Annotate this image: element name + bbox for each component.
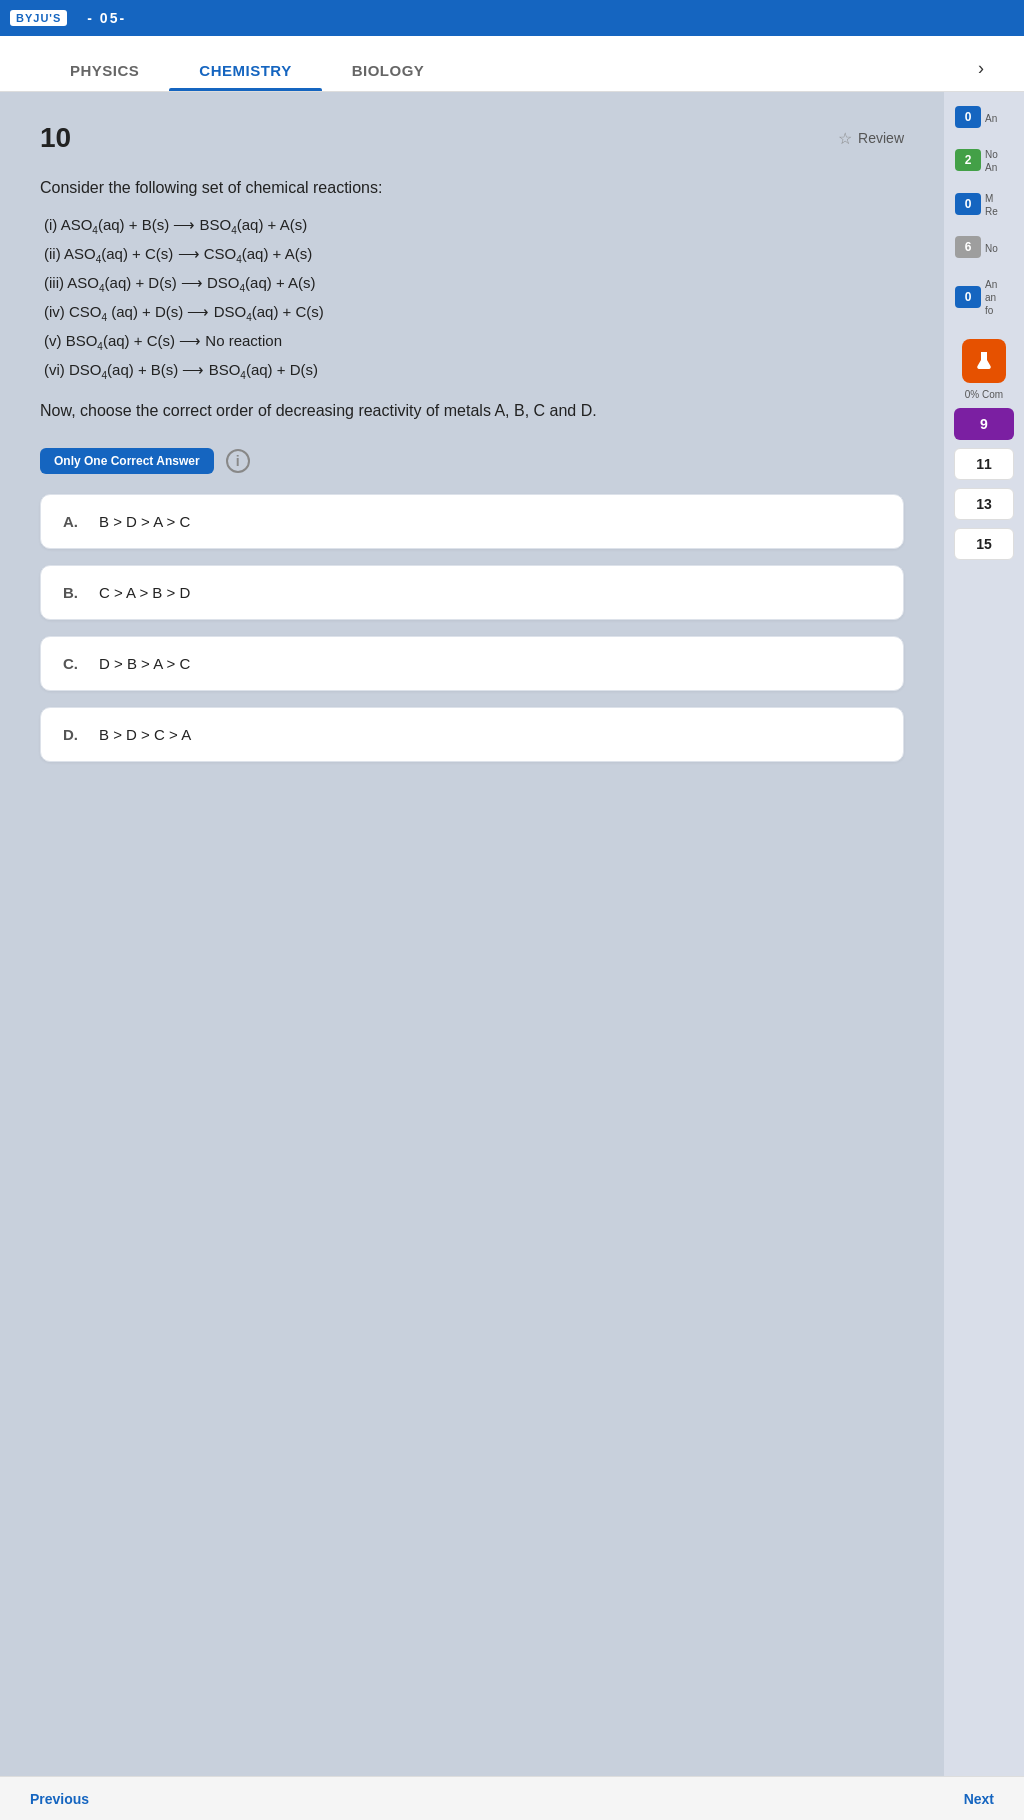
option-b-text: C > A > B > D [99, 584, 190, 601]
tab-dropdown-icon[interactable]: › [978, 58, 984, 91]
top-bar-number: - 05- [87, 10, 126, 26]
option-c-label: C. [63, 655, 83, 672]
info-icon[interactable]: i [226, 449, 250, 473]
reaction-2: (ii) ASO4(aq) + C(s) ⟶ CSO4(aq) + A(s) [40, 240, 904, 269]
option-b-label: B. [63, 584, 83, 601]
option-c[interactable]: C. D > B > A > C [40, 636, 904, 691]
main-wrapper: 10 ☆ Review Consider the following set o… [0, 92, 1024, 1820]
sidebar-stat-4: 0 Ananfo [949, 274, 1019, 321]
tab-navigation: PHYSICS CHEMISTRY BIOLOGY › [0, 36, 1024, 92]
right-sidebar: 0 An 2 NoAn 0 MRe 6 No 0 Ana [944, 92, 1024, 1820]
sidebar-stat-1: 2 NoAn [949, 144, 1019, 178]
sidebar-stat-3: 6 No [949, 232, 1019, 264]
next-button[interactable]: Next [964, 1791, 994, 1807]
star-icon: ☆ [838, 129, 852, 148]
q-num-15[interactable]: 15 [954, 528, 1014, 560]
q-num-active[interactable]: 9 [954, 408, 1014, 440]
option-d[interactable]: D. B > D > C > A [40, 707, 904, 762]
sidebar-badge-3: 6 [955, 236, 981, 258]
progress-text: 0% Com [965, 389, 1003, 400]
sidebar-badge-0: 0 [955, 106, 981, 128]
tab-chemistry[interactable]: CHEMISTRY [169, 62, 321, 91]
q-num-11[interactable]: 11 [954, 448, 1014, 480]
sidebar-badge-4: 0 [955, 286, 981, 308]
sidebar-badge-1: 2 [955, 149, 981, 171]
question-panel: 10 ☆ Review Consider the following set o… [0, 92, 944, 1820]
q-num-13[interactable]: 13 [954, 488, 1014, 520]
question-conclusion: Now, choose the correct order of decreas… [40, 397, 904, 424]
option-a-text: B > D > A > C [99, 513, 190, 530]
sidebar-badge-2: 0 [955, 193, 981, 215]
reaction-1: (i) ASO4(aq) + B(s) ⟶ BSO4(aq) + A(s) [40, 211, 904, 240]
byju-logo: BYJU'S [10, 10, 67, 26]
tab-biology[interactable]: BIOLOGY [322, 62, 455, 91]
top-bar: BYJU'S - 05- [0, 0, 1024, 36]
question-intro: Consider the following set of chemical r… [40, 174, 904, 201]
reaction-4: (iv) CSO4 (aq) + D(s) ⟶ DSO4(aq) + C(s) [40, 298, 904, 327]
reaction-3: (iii) ASO4(aq) + D(s) ⟶ DSO4(aq) + A(s) [40, 269, 904, 298]
option-c-text: D > B > A > C [99, 655, 190, 672]
review-button[interactable]: ☆ Review [838, 129, 904, 148]
option-b[interactable]: B. C > A > B > D [40, 565, 904, 620]
sidebar-stat-2: 0 MRe [949, 188, 1019, 222]
option-a-label: A. [63, 513, 83, 530]
svg-rect-0 [981, 352, 987, 353]
sidebar-stat-0: 0 An [949, 102, 1019, 134]
reaction-6: (vi) DSO4(aq) + B(s) ⟶ BSO4(aq) + D(s) [40, 356, 904, 385]
question-header: 10 ☆ Review [40, 122, 904, 154]
reaction-5: (v) BSO4(aq) + C(s) ⟶ No reaction [40, 327, 904, 356]
prev-button[interactable]: Previous [30, 1791, 89, 1807]
tab-physics[interactable]: PHYSICS [40, 62, 169, 91]
answer-type-row: Only One Correct Answer i [40, 448, 904, 474]
options-list: A. B > D > A > C B. C > A > B > D C. D >… [40, 494, 904, 762]
option-d-label: D. [63, 726, 83, 743]
bottom-navigation: Previous Next [0, 1776, 1024, 1820]
answer-type-badge[interactable]: Only One Correct Answer [40, 448, 214, 474]
flask-icon[interactable] [962, 339, 1006, 383]
option-a[interactable]: A. B > D > A > C [40, 494, 904, 549]
question-number: 10 [40, 122, 71, 154]
review-label: Review [858, 130, 904, 146]
option-d-text: B > D > C > A [99, 726, 191, 743]
